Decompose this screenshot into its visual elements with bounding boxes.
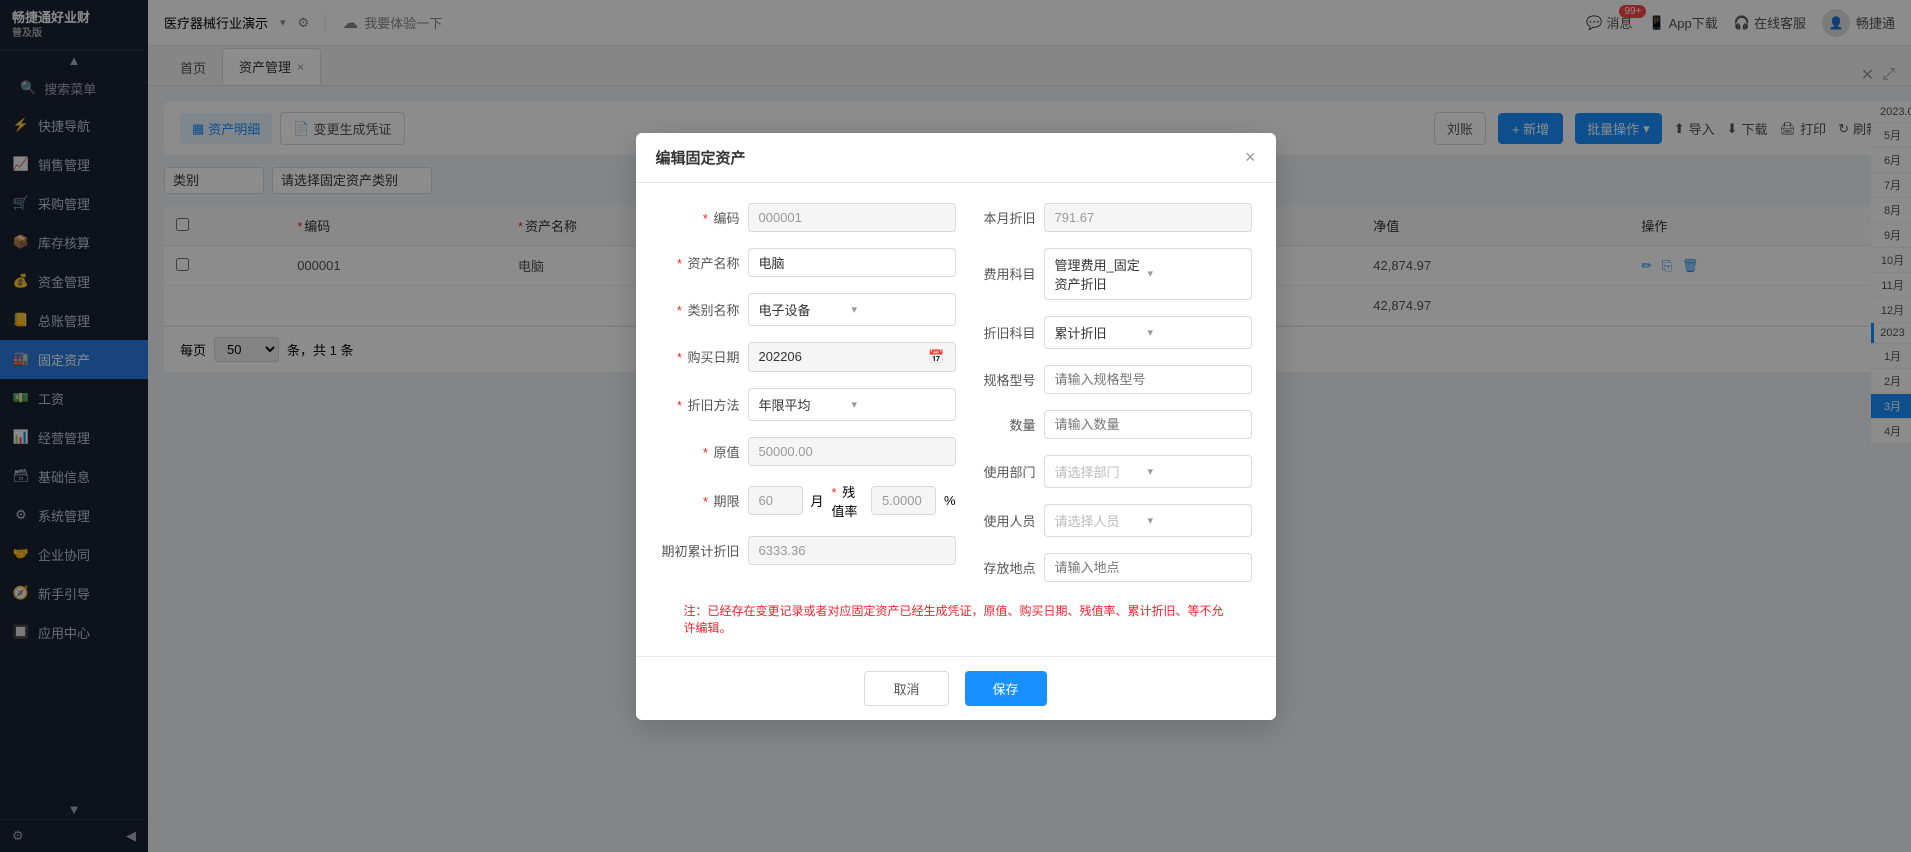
form-row-category: * 类别名称 电子设备 ▾ [660,293,956,326]
dept-label: 使用部门 [956,462,1036,481]
dep-method-label: * 折旧方法 [660,395,740,414]
code-input[interactable] [748,203,956,232]
dep-subject-select[interactable]: 累计折旧 ▾ [1044,316,1252,349]
expense-subject-value: 管理费用_固定资产折旧 [1055,255,1148,293]
period-unit-label: 月 [811,491,824,510]
form-left: * * 编码 编码 * 资产名称 * 类别名称 [660,203,956,598]
dialog-body: * * 编码 编码 * 资产名称 * 类别名称 [636,183,1276,656]
init-dep-label: 期初累计折旧 [660,541,740,560]
period-input[interactable] [748,486,803,515]
name-label: * 资产名称 [660,253,740,272]
purchase-date-label: * 购买日期 [660,347,740,366]
user-label: 使用人员 [956,511,1036,530]
dep-method-select[interactable]: 年限平均 ▾ [748,388,956,421]
dialog-title: 编辑固定资产 [656,147,746,168]
period-group: 月 * 残值率 % [748,482,956,520]
form-row-code: * * 编码 编码 [660,203,956,232]
edit-fixed-asset-dialog: 编辑固定资产 × * * 编码 编码 [636,133,1276,720]
form-row-dep-subject: 折旧科目 累计折旧 ▾ [956,316,1252,349]
residual-rate-label: * 残值率 [832,482,863,520]
form-row-name: * 资产名称 [660,248,956,277]
expense-chevron-icon: ▾ [1148,267,1241,280]
dialog-footer: 取消 保存 [636,656,1276,720]
period-label: * 期限 [660,491,740,510]
cancel-button[interactable]: 取消 [864,671,948,706]
category-select-value: 电子设备 [759,300,852,319]
save-button[interactable]: 保存 [965,671,1047,706]
form-row-spec: 规格型号 [956,365,1252,394]
dept-chevron-icon: ▾ [1148,465,1241,478]
dep-subject-chevron-icon: ▾ [1148,326,1241,339]
code-label: * * 编码 编码 [660,208,740,227]
user-placeholder: 请选择人员 [1055,511,1148,530]
residual-unit-label: % [944,493,956,508]
dialog-overlay: 编辑固定资产 × * * 编码 编码 [0,0,1911,852]
form-row-init-dep: 期初累计折旧 [660,536,956,565]
quantity-input[interactable] [1044,410,1252,439]
spec-label: 规格型号 [956,370,1036,389]
dialog-header: 编辑固定资产 × [636,133,1276,183]
location-input[interactable] [1044,553,1252,582]
init-dep-input[interactable] [748,536,956,565]
monthly-dep-input [1044,203,1252,232]
form-row-original-value: * 原值 [660,437,956,466]
dialog-close-btn[interactable]: × [1245,148,1256,166]
purchase-date-input[interactable]: 202206 📅 [748,342,956,372]
expense-subject-label: 费用科目 [956,264,1036,283]
dep-subject-value: 累计折旧 [1055,323,1148,342]
form-row-purchase-date: * 购买日期 202206 📅 [660,342,956,372]
form-row-user: 使用人员 请选择人员 ▾ [956,504,1252,537]
monthly-dep-label: 本月折旧 [956,208,1036,227]
category-chevron-icon: ▾ [852,303,945,316]
form-row-dep-method: * 折旧方法 年限平均 ▾ [660,388,956,421]
dept-placeholder: 请选择部门 [1055,462,1148,481]
spec-input[interactable] [1044,365,1252,394]
form-row-monthly-dep: 本月折旧 [956,203,1252,232]
location-label: 存放地点 [956,558,1036,577]
quantity-label: 数量 [956,415,1036,434]
dept-select[interactable]: 请选择部门 ▾ [1044,455,1252,488]
user-select[interactable]: 请选择人员 ▾ [1044,504,1252,537]
residual-input[interactable] [871,486,936,515]
form-right: 本月折旧 费用科目 管理费用_固定资产折旧 ▾ 折旧科目 [956,203,1252,598]
dep-subject-label: 折旧科目 [956,323,1036,342]
purchase-date-value: 202206 [759,349,929,364]
category-label: * 类别名称 [660,300,740,319]
form-row-location: 存放地点 [956,553,1252,582]
form-row-expense-subject: 费用科目 管理费用_固定资产折旧 ▾ [956,248,1252,300]
dialog-note: 注：已经存在变更记录或者对应固定资产已经生成凭证，原值、购买日期、残值率、累计折… [660,602,1252,636]
form-row-period: * 期限 月 * 残值率 % [660,482,956,520]
dep-method-value: 年限平均 [759,395,852,414]
expense-subject-select[interactable]: 管理费用_固定资产折旧 ▾ [1044,248,1252,300]
category-select[interactable]: 电子设备 ▾ [748,293,956,326]
form-grid: * * 编码 编码 * 资产名称 * 类别名称 [660,203,1252,598]
form-row-quantity: 数量 [956,410,1252,439]
dep-method-chevron-icon: ▾ [852,398,945,411]
form-row-dept: 使用部门 请选择部门 ▾ [956,455,1252,488]
name-input[interactable] [748,248,956,277]
user-chevron-icon: ▾ [1148,514,1241,527]
original-value-input[interactable] [748,437,956,466]
original-value-label: * 原值 [660,442,740,461]
calendar-icon: 📅 [928,349,944,365]
